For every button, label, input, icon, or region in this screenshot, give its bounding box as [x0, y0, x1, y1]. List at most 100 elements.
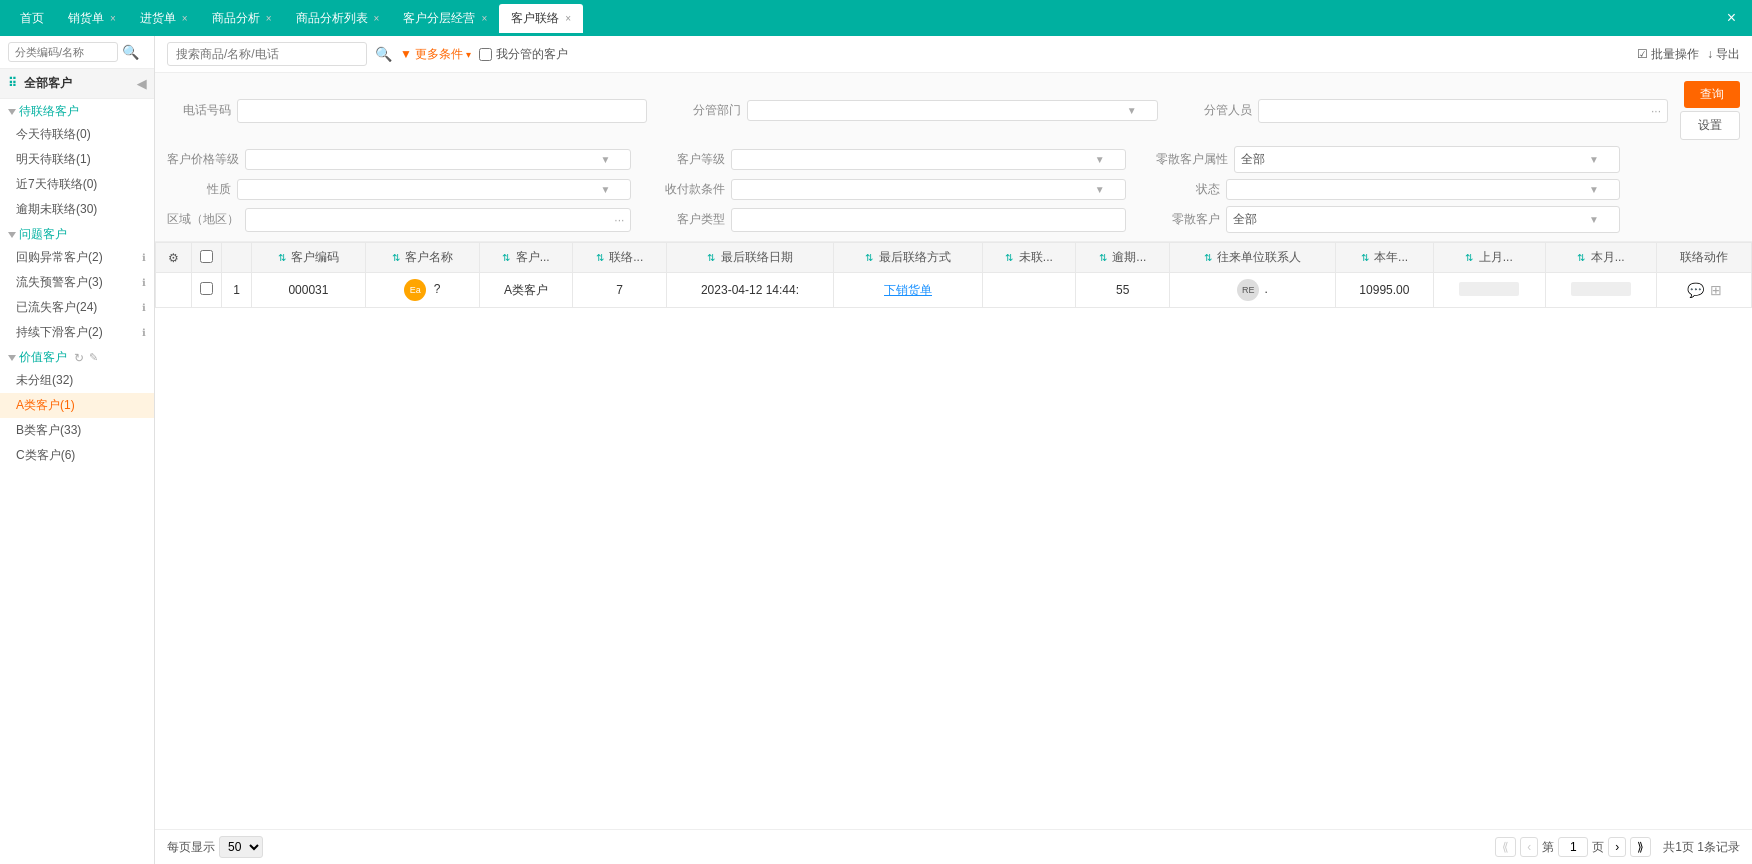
close-sales-order-icon[interactable]: × — [110, 13, 116, 24]
th-customer-code[interactable]: ⇅ 客户编码 — [252, 243, 366, 273]
close-purchase-order-icon[interactable]: × — [182, 13, 188, 24]
filter-row-3: 性质 ▼ 收付款条件 ▼ 状态 — [167, 179, 1740, 200]
page-size-select[interactable]: 50 — [219, 836, 263, 858]
sidebar-item-overdue-contact[interactable]: 逾期未联络(30) — [0, 197, 154, 222]
home-tab[interactable]: 首页 — [8, 4, 56, 33]
region-input[interactable]: ··· — [245, 208, 631, 232]
settings-button[interactable]: 设置 — [1680, 111, 1740, 140]
prev-page-button[interactable]: ‹ — [1520, 837, 1538, 857]
tab-customer-contact[interactable]: 客户联络 × — [499, 4, 583, 33]
select-all-checkbox[interactable] — [200, 250, 213, 263]
th-customer-type[interactable]: ⇅ 客户... — [479, 243, 573, 273]
tab-customer-tier[interactable]: 客户分层经营 × — [391, 4, 499, 33]
th-this-month[interactable]: ⇅ 本月... — [1545, 243, 1657, 273]
query-button[interactable]: 查询 — [1684, 81, 1740, 108]
table-wrapper[interactable]: ⚙ ⇅ 客户编码 ⇅ 客户名 — [155, 242, 1752, 829]
filter-phone: 电话号码 — [167, 99, 647, 123]
sidebar-item-tomorrow-pending[interactable]: 明天待联络(1) — [0, 147, 154, 172]
sidebar-item-7days-pending[interactable]: 近7天待联络(0) — [0, 172, 154, 197]
table-area: ⚙ ⇅ 客户编码 ⇅ 客户名 — [155, 242, 1752, 864]
close-product-list-icon[interactable]: × — [374, 13, 380, 24]
person-input[interactable]: ··· — [1258, 99, 1668, 123]
sidebar-item-declining[interactable]: 持续下滑客户(2) ℹ — [0, 320, 154, 345]
row-checkbox[interactable] — [200, 282, 213, 295]
edit-value-icon[interactable]: ✎ — [89, 351, 98, 364]
th-index — [222, 243, 252, 273]
close-customer-tier-icon[interactable]: × — [481, 13, 487, 24]
sidebar-group-pending[interactable]: 待联络客户 — [0, 99, 154, 122]
td-contacts: RE . — [1169, 273, 1335, 308]
chat-action-icon[interactable]: 💬 — [1687, 282, 1704, 298]
th-no-contact[interactable]: ⇅ 未联... — [982, 243, 1076, 273]
sidebar-search-input[interactable] — [8, 42, 118, 62]
sidebar-item-class-a[interactable]: A类客户(1) — [0, 393, 154, 418]
phone-input[interactable] — [237, 99, 647, 123]
gear-icon[interactable]: ⚙ — [168, 251, 179, 265]
price-level-select[interactable]: ▼ — [245, 149, 631, 170]
last-page-button[interactable]: ⟫ — [1630, 837, 1651, 857]
person-dots-icon[interactable]: ··· — [1651, 104, 1661, 118]
sidebar-group-value[interactable]: 价值客户 ↻ ✎ — [0, 345, 154, 368]
sidebar-search-icon[interactable]: 🔍 — [122, 44, 139, 60]
sidebar-item-today-pending[interactable]: 今天待联络(0) — [0, 122, 154, 147]
more-conditions-button[interactable]: ▼ 更多条件 ▾ — [400, 46, 471, 63]
zero-customer-select[interactable]: 全部 ▼ — [1226, 206, 1620, 233]
pagination: ⟪ ‹ 第 页 › ⟫ 共1页 1条记录 — [1495, 837, 1740, 857]
sort-nocontact-icon: ⇅ — [1005, 252, 1013, 263]
my-customers-checkbox-label[interactable]: 我分管的客户 — [479, 46, 568, 63]
tab-product-analysis[interactable]: 商品分析 × — [200, 4, 284, 33]
th-customer-name[interactable]: ⇅ 客户名称 — [365, 243, 479, 273]
nature-select[interactable]: ▼ — [237, 179, 631, 200]
th-overdue[interactable]: ⇅ 逾期... — [1076, 243, 1170, 273]
status-select[interactable]: ▼ — [1226, 179, 1620, 200]
sidebar-item-churn-warning[interactable]: 流失预警客户(3) ℹ — [0, 270, 154, 295]
close-product-analysis-icon[interactable]: × — [266, 13, 272, 24]
dept-select[interactable]: ▼ — [747, 100, 1157, 121]
last-contact-method-link[interactable]: 下销货单 — [884, 283, 932, 297]
th-last-contact-method[interactable]: ⇅ 最后联络方式 — [834, 243, 983, 273]
sidebar-item-class-b[interactable]: B类客户(33) — [0, 418, 154, 443]
expand-pending-icon — [8, 109, 16, 115]
main-search-input[interactable] — [167, 42, 367, 66]
sort-name-icon: ⇅ — [392, 252, 400, 263]
td-name: Ea ? — [365, 273, 479, 308]
sidebar-item-class-c[interactable]: C类客户(6) — [0, 443, 154, 468]
main-search-icon[interactable]: 🔍 — [375, 46, 392, 62]
sidebar-group-problem[interactable]: 问题客户 — [0, 222, 154, 245]
customer-name-text: ? — [434, 282, 441, 296]
qrcode-action-icon[interactable]: ⊞ — [1710, 282, 1722, 298]
td-no-contact — [982, 273, 1076, 308]
th-last-contact-date[interactable]: ⇅ 最后联络日期 — [666, 243, 833, 273]
payment-terms-select[interactable]: ▼ — [731, 179, 1125, 200]
refresh-value-icon[interactable]: ↻ — [74, 351, 84, 365]
customer-type-input[interactable] — [731, 208, 1125, 232]
th-last-month[interactable]: ⇅ 上月... — [1433, 243, 1545, 273]
nature-label: 性质 — [167, 181, 237, 198]
sort-code-icon: ⇅ — [278, 252, 286, 263]
my-customers-checkbox[interactable] — [479, 48, 492, 61]
export-button[interactable]: ↓ 导出 — [1707, 46, 1740, 63]
tab-product-analysis-list[interactable]: 商品分析列表 × — [284, 4, 392, 33]
customer-level-select[interactable]: ▼ — [731, 149, 1125, 170]
all-customers-header[interactable]: ⠿ 全部客户 ◀ — [0, 69, 154, 99]
close-all-button[interactable]: × — [1719, 9, 1744, 27]
th-contact-count[interactable]: ⇅ 联络... — [573, 243, 667, 273]
page-number-input[interactable] — [1558, 837, 1588, 857]
region-dots-icon[interactable]: ··· — [614, 213, 624, 227]
th-contacts[interactable]: ⇅ 往来单位联系人 — [1169, 243, 1335, 273]
sidebar-item-ungrouped[interactable]: 未分组(32) — [0, 368, 154, 393]
batch-ops-button[interactable]: ☑ 批量操作 — [1637, 46, 1699, 63]
sidebar-item-churned[interactable]: 已流失客户(24) ℹ — [0, 295, 154, 320]
filter-dept: 分管部门 ▼ — [677, 100, 1157, 121]
sidebar-item-repurchase-anomaly[interactable]: 回购异常客户(2) ℹ — [0, 245, 154, 270]
close-customer-contact-icon[interactable]: × — [565, 13, 571, 24]
first-page-button[interactable]: ⟪ — [1495, 837, 1516, 857]
next-page-button[interactable]: › — [1608, 837, 1626, 857]
th-year-amount[interactable]: ⇅ 本年... — [1336, 243, 1433, 273]
tab-purchase-order[interactable]: 进货单 × — [128, 4, 200, 33]
zero-customer-attr-select[interactable]: 全部 ▼ — [1234, 146, 1620, 173]
collapse-icon[interactable]: ◀ — [137, 77, 146, 91]
settings-column-header[interactable]: ⚙ — [156, 243, 192, 273]
tab-sales-order[interactable]: 销货单 × — [56, 4, 128, 33]
filter-price-level: 客户价格等级 ▼ — [167, 149, 631, 170]
